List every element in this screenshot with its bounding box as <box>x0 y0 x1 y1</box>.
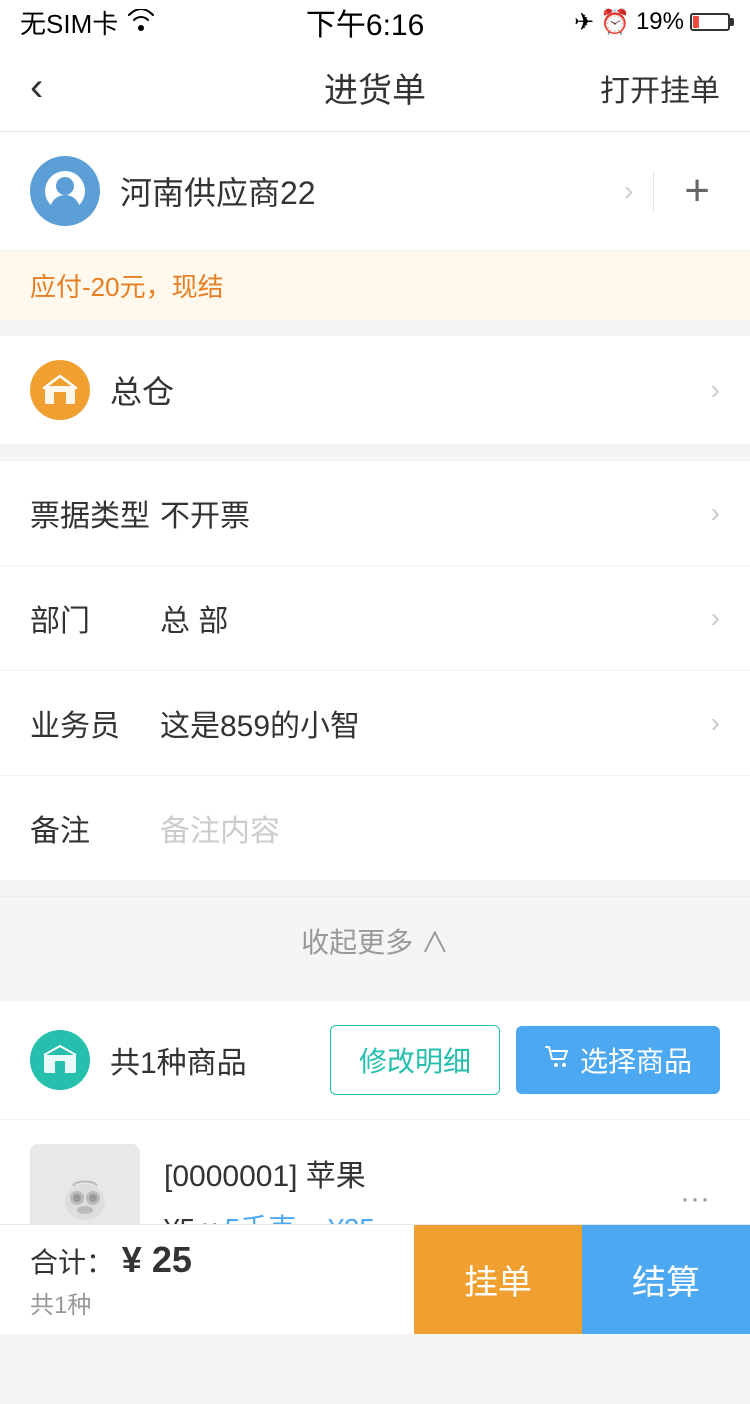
select-product-label: 选择商品 <box>580 1040 692 1080</box>
total-count: 共1种 <box>30 1285 384 1320</box>
supplier-divider <box>653 171 654 211</box>
salesman-row[interactable]: 业务员 这是859的小智 › <box>0 670 750 775</box>
invoice-row[interactable]: 票据类型 不开票 › <box>0 460 750 565</box>
product-name: [0000001] 苹果 <box>164 1151 670 1195</box>
main-content: 河南供应商22 › + 应付-20元，现结 总仓 › 票据类型 <box>0 132 750 1404</box>
cart-icon <box>544 1044 572 1076</box>
remark-input[interactable]: 备注内容 <box>160 806 720 850</box>
back-button[interactable]: ‹ <box>30 65 63 110</box>
avatar-icon <box>45 171 85 211</box>
carrier-text: 无SIM卡 <box>20 4 118 41</box>
invoice-value: 不开票 <box>160 491 701 535</box>
collapse-row[interactable]: 收起更多 ∧ <box>0 896 750 985</box>
salesman-value: 这是859的小智 <box>160 701 701 745</box>
product-header: 共1种商品 修改明细 选择商品 <box>0 1001 750 1119</box>
supplier-add-button[interactable]: + <box>674 166 720 216</box>
invoice-chevron: › <box>711 497 720 529</box>
product-placeholder-icon <box>55 1169 115 1229</box>
invoice-label: 票据类型 <box>30 491 160 535</box>
hang-order-button[interactable]: 挂单 <box>414 1225 582 1334</box>
status-bar: 无SIM卡 下午6:16 ✈ ⏰ 19% <box>0 0 750 44</box>
warehouse-card[interactable]: 总仓 › <box>0 336 750 444</box>
warehouse-icon <box>30 360 90 420</box>
page-title: 进货单 <box>324 63 426 112</box>
edit-detail-button[interactable]: 修改明细 <box>330 1025 500 1095</box>
open-hang-button[interactable]: 打开挂单 <box>600 66 720 110</box>
product-count-icon <box>30 1030 90 1090</box>
checkout-button[interactable]: 结算 <box>582 1225 750 1334</box>
collapse-label: 收起更多 ∧ <box>301 927 449 958</box>
status-bar-right: ✈ ⏰ 19% <box>574 8 730 37</box>
status-bar-left: 无SIM卡 <box>20 4 156 41</box>
salesman-label: 业务员 <box>30 701 160 745</box>
supplier-chevron: › <box>624 175 633 207</box>
product-more-button[interactable]: ··· <box>670 1172 720 1226</box>
warehouse-row[interactable]: 总仓 › <box>0 336 750 444</box>
notice-banner: 应付-20元，现结 <box>0 251 750 320</box>
supplier-row[interactable]: 河南供应商22 › + <box>0 132 750 251</box>
total-section: 合计： ¥ 25 共1种 <box>0 1225 414 1334</box>
status-bar-time: 下午6:16 <box>306 0 424 44</box>
product-title: 苹果 <box>306 1160 366 1193</box>
dept-row[interactable]: 部门 总 部 › <box>0 565 750 670</box>
select-product-button[interactable]: 选择商品 <box>516 1026 720 1094</box>
warehouse-name: 总仓 <box>110 367 701 413</box>
remark-label: 备注 <box>30 806 160 850</box>
location-icon: ✈ <box>574 8 594 37</box>
product-count-label: 共1种商品 <box>110 1038 330 1082</box>
nav-bar: ‹ 进货单 打开挂单 <box>0 44 750 132</box>
total-amount: ¥ 25 <box>122 1239 192 1280</box>
supplier-avatar <box>30 156 100 226</box>
battery-percent: 19% <box>636 8 684 36</box>
supplier-card: 河南供应商22 › + 应付-20元，现结 <box>0 132 750 320</box>
total-label: 合计： <box>30 1247 114 1278</box>
dept-label: 部门 <box>30 596 160 640</box>
salesman-chevron: › <box>711 707 720 739</box>
notice-text: 应付-20元，现结 <box>30 272 224 302</box>
dept-chevron: › <box>711 602 720 634</box>
bottom-bar: 合计： ¥ 25 共1种 挂单 结算 <box>0 1224 750 1334</box>
alarm-icon: ⏰ <box>600 8 630 37</box>
total-row: 合计： ¥ 25 <box>30 1239 384 1281</box>
warehouse-chevron: › <box>711 374 720 406</box>
supplier-name: 河南供应商22 <box>120 168 614 214</box>
battery-icon <box>690 13 730 31</box>
dept-value: 总 部 <box>160 596 701 640</box>
form-card: 票据类型 不开票 › 部门 总 部 › 业务员 这是859的小智 › 备注 备注… <box>0 460 750 880</box>
wifi-icon <box>126 7 156 38</box>
remark-row[interactable]: 备注 备注内容 <box>0 775 750 880</box>
product-code: [0000001] <box>164 1160 306 1193</box>
